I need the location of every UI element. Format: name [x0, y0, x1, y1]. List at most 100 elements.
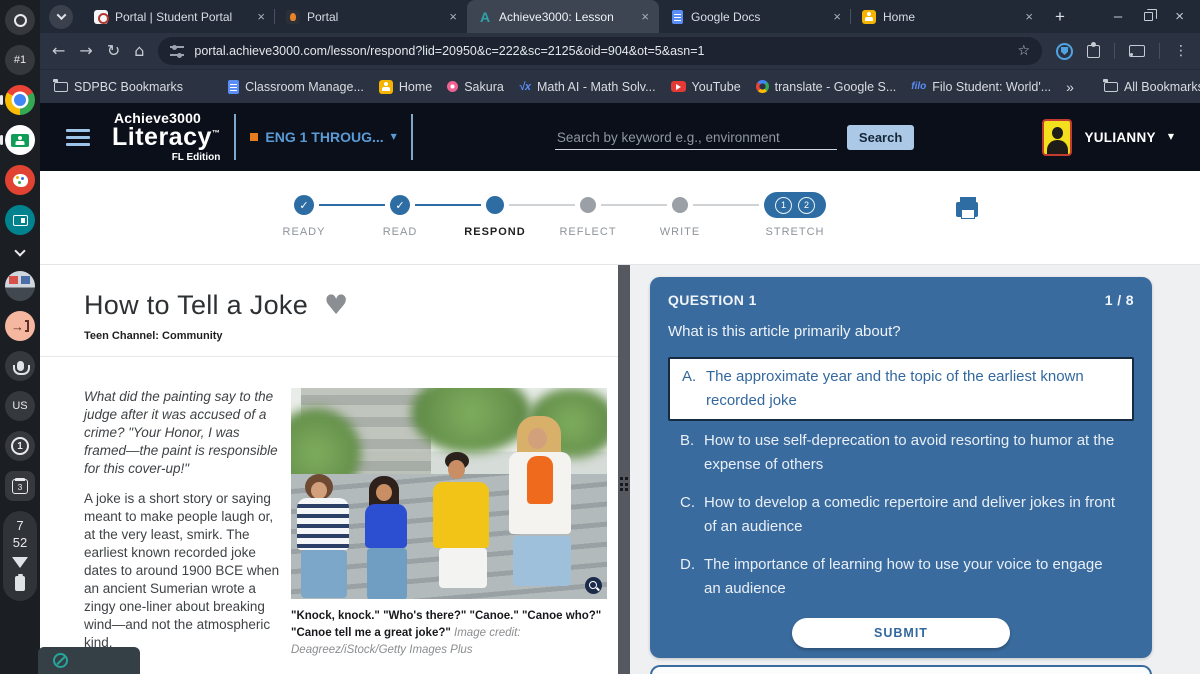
shelf-canvas-button[interactable] — [5, 165, 35, 195]
status-area[interactable]: 7 52 — [3, 511, 37, 601]
tab-close-icon[interactable]: × — [639, 9, 651, 24]
address-bar[interactable]: portal.achieve3000.com/lesson/respond?li… — [158, 37, 1042, 65]
forward-button[interactable]: → — [79, 43, 92, 59]
option-letter: D. — [680, 556, 695, 573]
step-read[interactable]: ✓ READ — [383, 192, 416, 238]
home-favicon — [861, 9, 877, 25]
article-photo[interactable] — [291, 388, 607, 599]
bookmark-translate[interactable]: translate - Google S... — [755, 80, 896, 94]
new-tab-button[interactable]: + — [1043, 7, 1077, 27]
bookmark-star-icon[interactable]: ☆ — [1017, 43, 1030, 59]
window-close-button[interactable]: × — [1175, 8, 1184, 25]
option-letter: C. — [680, 494, 695, 511]
do-not-disturb-toast[interactable] — [38, 647, 140, 674]
chevron-down-icon: ▼ — [390, 132, 397, 141]
microphone-icon — [12, 361, 30, 375]
image-caption: "Knock, knock." "Who's there?" "Canoe." … — [291, 608, 607, 659]
bookmark-filo[interactable]: filo Filo Student: World'... — [911, 80, 1051, 94]
browser-menu-icon[interactable]: ⋮ — [1174, 43, 1188, 59]
course-dropdown[interactable]: ENG 1 THROUG... ▼ — [250, 129, 397, 145]
step-stretch[interactable]: 1 2 STRETCH — [764, 192, 826, 238]
bookmark-sakura[interactable]: Sakura — [447, 80, 504, 94]
keyword-search: Search — [554, 124, 915, 150]
window-thumbnail-button[interactable] — [5, 271, 35, 301]
shield-extension-icon[interactable] — [1056, 42, 1073, 60]
back-button[interactable]: ← — [52, 43, 65, 59]
bookmark-label: YouTube — [691, 79, 741, 94]
shelf-classroom-button[interactable] — [0, 125, 35, 155]
calendar-icon: 3 — [12, 477, 28, 494]
step-respond[interactable]: RESPOND — [464, 192, 525, 238]
logo-edition: FL Edition — [171, 152, 221, 163]
shelf-news-button[interactable] — [5, 205, 35, 235]
minimize-button[interactable]: – — [1114, 8, 1122, 25]
step-connector — [601, 204, 667, 206]
url-text[interactable]: portal.achieve3000.com/lesson/respond?li… — [194, 44, 1007, 58]
article-pane: How to Tell a Joke ♥ Teen Channel: Commu… — [40, 265, 618, 674]
tab-close-icon[interactable]: × — [1023, 9, 1035, 24]
bookmark-classroom[interactable]: Classroom Manage... — [228, 79, 364, 94]
tab-google-docs[interactable]: Google Docs × — [659, 0, 851, 33]
image-zoom-icon[interactable] — [585, 577, 602, 594]
notification-counter-button[interactable]: 1 — [5, 431, 35, 461]
launcher-button[interactable] — [5, 5, 35, 35]
answer-option-b[interactable]: B. How to use self-deprecation to avoid … — [668, 423, 1134, 483]
reload-button[interactable]: ↻ — [107, 43, 120, 59]
shelf-badge-button[interactable]: #1 — [5, 45, 35, 75]
all-bookmarks-button[interactable]: All Bookmarks — [1103, 78, 1200, 94]
drag-handle-icon[interactable] — [619, 477, 629, 491]
answer-option-d[interactable]: D. The importance of learning how to use… — [668, 547, 1134, 607]
tab-home[interactable]: Home × — [851, 0, 1043, 33]
user-menu[interactable]: YULIANNY ▼ — [1042, 118, 1174, 156]
bookmark-label: All Bookmarks — [1123, 79, 1200, 94]
shelf-badge-label: #1 — [13, 54, 27, 66]
answer-option-c[interactable]: C. How to develop a comedic repertoire a… — [668, 485, 1134, 545]
username: YULIANNY — [1084, 129, 1156, 145]
shelf-signout-button[interactable]: → — [5, 311, 35, 341]
bookmark-home[interactable]: Home — [378, 79, 432, 94]
bookmark-mathai[interactable]: √x Math AI - Math Solv... — [519, 80, 656, 94]
pane-resize-divider[interactable] — [618, 265, 630, 674]
step-connector — [415, 204, 481, 206]
site-settings-icon[interactable] — [170, 44, 185, 58]
search-input[interactable] — [554, 125, 837, 150]
flower-icon — [447, 81, 459, 92]
stretch-part-1[interactable]: 1 — [775, 196, 792, 214]
answer-option-a[interactable]: A. The approximate year and the topic of… — [668, 357, 1134, 421]
step-ready[interactable]: ✓ READY — [283, 192, 324, 238]
active-app-indicator — [0, 135, 3, 145]
heart-favorite-icon[interactable]: ♥ — [324, 292, 348, 319]
hamburger-menu-icon[interactable] — [66, 128, 90, 146]
google-icon — [755, 80, 769, 93]
home-button[interactable]: ⌂ — [134, 43, 144, 59]
print-icon[interactable] — [956, 197, 978, 219]
youtube-icon — [670, 81, 686, 92]
tab-close-icon[interactable]: × — [447, 9, 459, 24]
window-controls: – × — [1114, 8, 1200, 25]
tab-achieve3000-lesson[interactable]: A Achieve3000: Lesson × — [467, 0, 659, 33]
search-button[interactable]: Search — [846, 124, 915, 150]
question-prompt: What is this article primarily about? — [668, 323, 901, 340]
browser-toolbar: ← → ↻ ⌂ portal.achieve3000.com/lesson/re… — [40, 33, 1200, 69]
keyboard-layout-button[interactable]: US — [5, 391, 35, 421]
tab-close-icon[interactable]: × — [255, 9, 267, 24]
extensions-puzzle-icon[interactable] — [1087, 41, 1100, 58]
tab-portal[interactable]: Portal × — [275, 0, 467, 33]
tab-close-icon[interactable]: × — [831, 9, 843, 24]
shelf-chrome-button[interactable] — [0, 85, 35, 115]
shelf-overflow-button[interactable] — [5, 245, 35, 261]
submit-button[interactable]: SUBMIT — [792, 618, 1010, 648]
restore-button[interactable] — [1144, 8, 1158, 21]
tab-search-button[interactable] — [49, 4, 73, 29]
step-write[interactable]: WRITE — [660, 192, 699, 238]
stretch-part-2[interactable]: 2 — [798, 196, 815, 214]
bookmark-youtube[interactable]: YouTube — [670, 79, 741, 94]
cast-icon[interactable] — [1129, 45, 1145, 57]
bookmark-folder-sdpbc[interactable]: SDPBC Bookmarks — [53, 78, 183, 94]
question-label: QUESTION 1 — [668, 292, 757, 308]
dictation-button[interactable] — [5, 351, 35, 381]
calendar-button[interactable]: 3 — [5, 471, 35, 501]
bookmarks-overflow-chevron[interactable]: » — [1066, 79, 1074, 95]
tab-portal-student[interactable]: Portal | Student Portal × — [83, 0, 275, 33]
step-reflect[interactable]: REFLECT — [559, 192, 616, 238]
